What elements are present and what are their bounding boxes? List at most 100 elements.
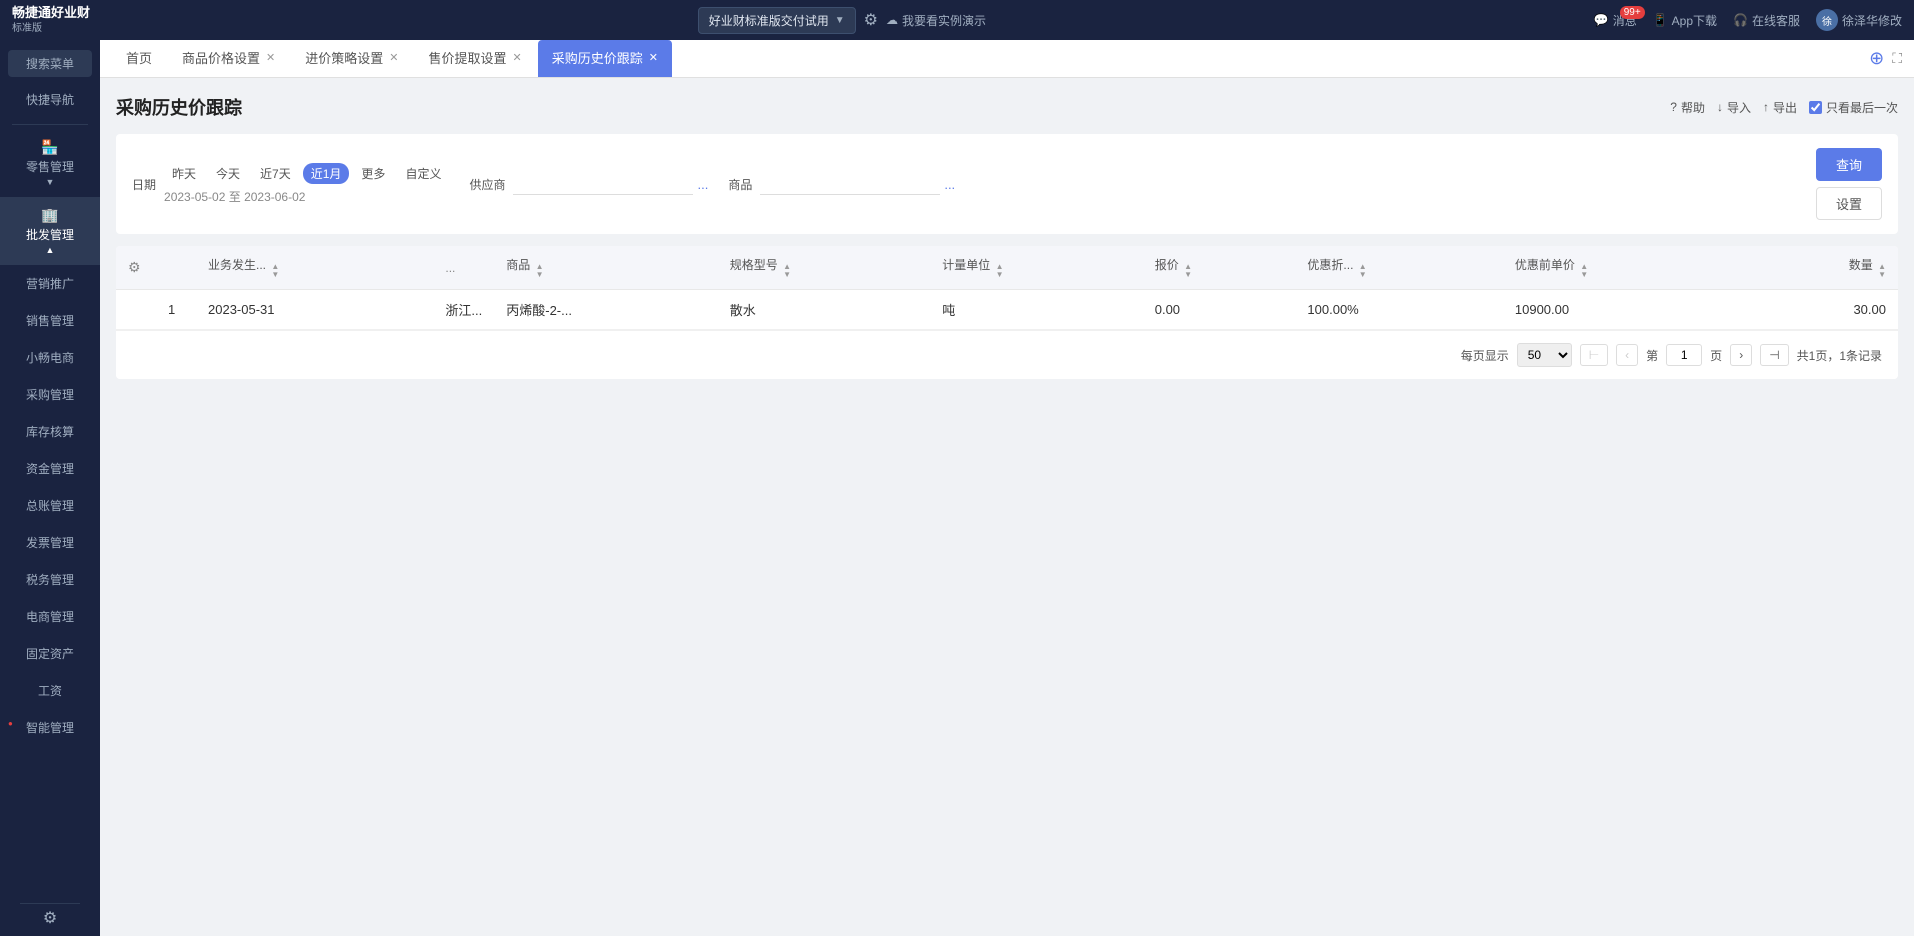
- table-row: 1 2023-05-31 浙江... 丙烯酸-2-... 散水 吨 0.00 1…: [116, 290, 1898, 330]
- supplier-more-btn[interactable]: ...: [697, 177, 708, 192]
- user-menu[interactable]: 徐 徐泽华修改: [1816, 9, 1902, 31]
- search-menu-button[interactable]: 搜索菜单: [8, 50, 92, 77]
- headset-icon: 🎧: [1733, 13, 1748, 27]
- retail-icon: 🏪: [41, 139, 58, 156]
- th-unit[interactable]: 计量单位 ▲▼: [930, 246, 1142, 290]
- td-index: 1: [156, 290, 196, 330]
- sort-icon: ▲▼: [996, 263, 1004, 279]
- tab-label: 采购历史价跟踪: [552, 48, 643, 67]
- date-btn-custom[interactable]: 自定义: [397, 163, 449, 184]
- gear-icon[interactable]: ⚙: [128, 259, 141, 275]
- version-selector[interactable]: 好业财标准版交付试用 ▼: [698, 7, 856, 34]
- sidebar-item-general-ledger[interactable]: 总账管理: [0, 487, 100, 524]
- th-gear: ⚙: [116, 246, 156, 290]
- sort-icon: ▲▼: [1184, 263, 1192, 279]
- import-button[interactable]: ↓ 导入: [1717, 99, 1751, 116]
- sidebar-item-label: 固定资产: [26, 645, 74, 662]
- filter-settings-button[interactable]: 设置: [1816, 187, 1882, 220]
- sidebar-item-purchase[interactable]: 采购管理: [0, 376, 100, 413]
- th-biz-date[interactable]: 业务发生... ▲▼: [196, 246, 433, 290]
- only-last-checkbox-label[interactable]: 只看最后一次: [1809, 99, 1898, 116]
- query-button[interactable]: 查询: [1816, 148, 1882, 181]
- sidebar-item-ecommerce[interactable]: 电商管理: [0, 598, 100, 635]
- help-icon: ?: [1670, 100, 1677, 114]
- th-product[interactable]: 商品 ▲▼: [494, 246, 718, 290]
- close-icon[interactable]: ✕: [266, 51, 275, 64]
- sort-icon: ▲▼: [271, 263, 279, 279]
- sidebar-item-sales[interactable]: 销售管理: [0, 302, 100, 339]
- help-button[interactable]: ? 帮助: [1670, 99, 1705, 116]
- page-label: 第: [1646, 347, 1658, 364]
- only-last-checkbox[interactable]: [1809, 101, 1822, 114]
- expand-icon[interactable]: ⊕: [1869, 48, 1884, 69]
- sort-icon: ▲▼: [1359, 263, 1367, 279]
- tab-product-price[interactable]: 商品价格设置 ✕: [168, 40, 289, 77]
- export-icon: ↑: [1763, 100, 1769, 114]
- fullscreen-icon[interactable]: ⛶: [1892, 50, 1902, 67]
- prev-page-btn[interactable]: ‹: [1616, 344, 1638, 366]
- th-pre-discount[interactable]: 优惠前单价 ▲▼: [1503, 246, 1745, 290]
- cloud-icon: ☁: [886, 13, 898, 27]
- sidebar-item-label: 批发管理: [26, 226, 74, 243]
- more-icon[interactable]: ...: [445, 261, 455, 275]
- next-page-btn[interactable]: ›: [1730, 344, 1752, 366]
- topbar-right: 💬 消息 99+ 📱 App下载 🎧 在线客服 徐 徐泽华修改: [1594, 9, 1902, 31]
- tab-purchase-history[interactable]: 采购历史价跟踪 ✕: [538, 40, 672, 77]
- tab-home[interactable]: 首页: [112, 40, 166, 77]
- date-range-display: 2023-05-02 至 2023-06-02: [164, 188, 449, 205]
- product-input[interactable]: [760, 174, 940, 195]
- message-btn[interactable]: 💬 消息 99+: [1594, 12, 1637, 29]
- tab-home-label: 首页: [126, 48, 152, 67]
- first-page-btn[interactable]: ⊢: [1580, 344, 1608, 366]
- sidebar-item-marketing[interactable]: 营销推广: [0, 265, 100, 302]
- close-icon[interactable]: ✕: [513, 51, 522, 64]
- date-btn-more[interactable]: 更多: [353, 163, 393, 184]
- tab-price-extract[interactable]: 售价提取设置 ✕: [414, 40, 535, 77]
- sort-icon: ▲▼: [1878, 263, 1886, 279]
- sidebar-item-wholesale[interactable]: 🏢 批发管理 ▲: [0, 197, 100, 265]
- sidebar-item-ecommerce-small[interactable]: 小畅电商: [0, 339, 100, 376]
- product-more-btn[interactable]: ...: [944, 177, 955, 192]
- sidebar-item-smart[interactable]: 智能管理: [0, 709, 100, 746]
- app-download-btn[interactable]: 📱 App下载: [1653, 12, 1717, 29]
- per-page-select[interactable]: 20 50 100 200: [1517, 343, 1572, 367]
- td-discount: 100.00%: [1295, 290, 1502, 330]
- th-quote[interactable]: 报价 ▲▼: [1143, 246, 1296, 290]
- quick-nav-button[interactable]: 快捷导航: [8, 87, 92, 112]
- sidebar-item-retail[interactable]: 🏪 零售管理 ▼: [0, 129, 100, 197]
- date-btn-7days[interactable]: 近7天: [252, 163, 299, 184]
- topbar-settings-icon[interactable]: ⚙: [864, 10, 878, 30]
- tab-purchase-strategy[interactable]: 进价策略设置 ✕: [291, 40, 412, 77]
- close-icon[interactable]: ✕: [649, 51, 658, 64]
- page-input[interactable]: 1: [1666, 344, 1702, 366]
- sidebar-gear-icon[interactable]: ⚙: [43, 910, 57, 927]
- export-button[interactable]: ↑ 导出: [1763, 99, 1797, 116]
- filter-row: 日期 昨天 今天 近7天 近1月 更多 自定义 2023-05-02 至 202…: [132, 148, 1882, 220]
- sidebar-item-label: 电商管理: [26, 608, 74, 625]
- online-service-btn[interactable]: 🎧 在线客服: [1733, 12, 1800, 29]
- td-pre-discount: 10900.00: [1503, 290, 1745, 330]
- td-product: 丙烯酸-2-...: [494, 290, 718, 330]
- th-discount[interactable]: 优惠折... ▲▼: [1295, 246, 1502, 290]
- product-input-group: ...: [760, 174, 955, 195]
- date-btn-today[interactable]: 今天: [208, 163, 248, 184]
- date-btn-yesterday[interactable]: 昨天: [164, 163, 204, 184]
- sidebar-item-payroll[interactable]: 工资: [0, 672, 100, 709]
- table-body: 1 2023-05-31 浙江... 丙烯酸-2-... 散水 吨 0.00 1…: [116, 290, 1898, 330]
- date-btn-1month[interactable]: 近1月: [303, 163, 350, 184]
- th-spec[interactable]: 规格型号 ▲▼: [718, 246, 930, 290]
- sidebar-item-tax[interactable]: 税务管理: [0, 561, 100, 598]
- sidebar-item-finance[interactable]: 资金管理: [0, 450, 100, 487]
- td-spec: 散水: [718, 290, 930, 330]
- topbar: 畅捷通好业财 标准版 好业财标准版交付试用 ▼ ⚙ ☁ 我要看实例演示 💬 消息…: [0, 0, 1914, 40]
- supplier-input[interactable]: [513, 174, 693, 195]
- close-icon[interactable]: ✕: [389, 51, 398, 64]
- sidebar-item-fixed-assets[interactable]: 固定资产: [0, 635, 100, 672]
- last-page-btn[interactable]: ⊣: [1760, 344, 1788, 366]
- sidebar-item-inventory[interactable]: 库存核算: [0, 413, 100, 450]
- app-sub: 标准版: [12, 22, 90, 35]
- sidebar-item-invoice[interactable]: 发票管理: [0, 524, 100, 561]
- sidebar-item-label: 工资: [38, 682, 62, 699]
- th-quantity[interactable]: 数量 ▲▼: [1745, 246, 1898, 290]
- demo-link[interactable]: ☁ 我要看实例演示: [886, 12, 986, 29]
